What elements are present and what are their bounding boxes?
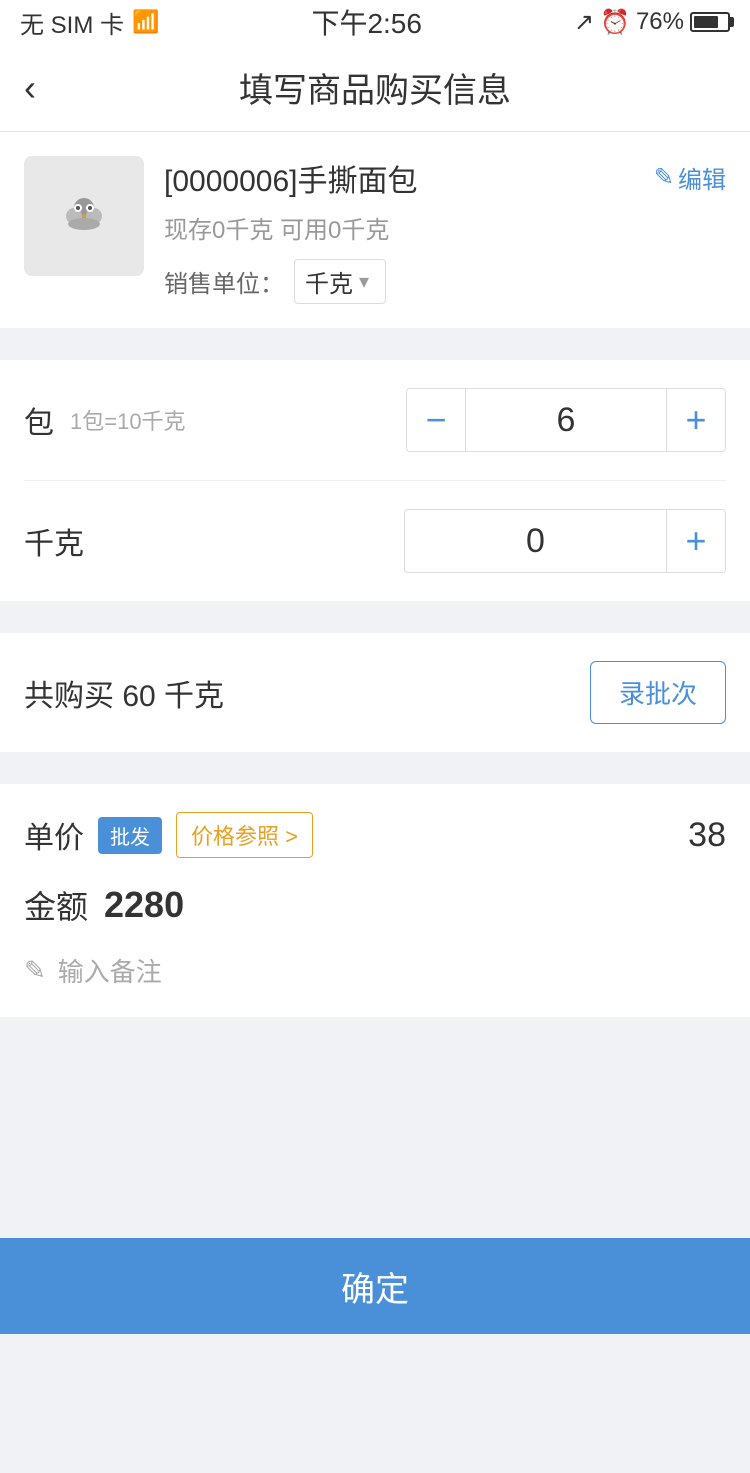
page-title: 填写商品购买信息 bbox=[239, 63, 511, 112]
batch-button[interactable]: 录批次 bbox=[590, 661, 726, 724]
price-value: 38 bbox=[688, 816, 726, 855]
summary-row: 共购买 60 千克 录批次 bbox=[0, 633, 750, 752]
edit-button[interactable]: ✎ 编辑 bbox=[654, 160, 726, 195]
amount-value: 2280 bbox=[104, 884, 184, 926]
edit-icon: ✎ bbox=[654, 163, 674, 192]
price-ref-button[interactable]: 价格参照 > bbox=[176, 812, 313, 858]
summary-text: 共购买 60 千克 bbox=[24, 671, 224, 715]
alarm-icon: ⏰ bbox=[600, 8, 630, 37]
bao-qty-control: − + bbox=[406, 388, 726, 452]
bao-hint: 1包=10千克 bbox=[70, 404, 186, 436]
price-row: 单价 批发 价格参照 > 38 bbox=[24, 812, 726, 858]
confirm-button[interactable]: 确定 bbox=[0, 1238, 750, 1334]
status-time: 下午2:56 bbox=[311, 2, 422, 42]
kg-plus-button[interactable]: + bbox=[666, 509, 726, 573]
product-thumbnail bbox=[24, 156, 144, 276]
kg-input-row: 千克 + bbox=[24, 481, 726, 601]
product-card: [0000006]手撕面包 现存0千克 可用0千克 销售单位： 千克 ▾ ✎ 编… bbox=[0, 132, 750, 328]
bao-label: 包 bbox=[24, 398, 54, 442]
back-button[interactable]: ‹ bbox=[24, 67, 36, 109]
battery-icon bbox=[690, 12, 730, 32]
edit-label: 编辑 bbox=[678, 160, 726, 195]
product-name: [0000006]手撕面包 bbox=[164, 156, 726, 200]
carrier-text: 无 SIM 卡 bbox=[20, 5, 124, 40]
price-badge: 批发 bbox=[98, 817, 162, 854]
note-row[interactable]: ✎ 输入备注 bbox=[24, 952, 726, 989]
unit-value: 千克 bbox=[305, 264, 353, 299]
divider-2 bbox=[0, 617, 750, 633]
product-info: [0000006]手撕面包 现存0千克 可用0千克 销售单位： 千克 ▾ bbox=[164, 156, 726, 304]
product-unit-row: 销售单位： 千克 ▾ bbox=[164, 259, 726, 304]
location-icon: ↗ bbox=[574, 8, 594, 37]
bao-minus-button[interactable]: − bbox=[406, 388, 466, 452]
unit-dropdown-icon: ▾ bbox=[359, 269, 369, 294]
status-bar: 无 SIM 卡 📶 下午2:56 ↗ ⏰ 76% bbox=[0, 0, 750, 44]
divider-1 bbox=[0, 344, 750, 360]
price-ref-label: 价格参照 > bbox=[191, 819, 298, 851]
price-label-text: 单价 bbox=[24, 813, 84, 857]
wifi-icon: 📶 bbox=[132, 9, 159, 35]
kg-label-text: 千克 bbox=[24, 519, 84, 563]
battery-percent: 76% bbox=[636, 8, 684, 36]
bao-qty-input[interactable] bbox=[466, 388, 666, 452]
pencil-icon: ✎ bbox=[24, 955, 46, 986]
kg-label: 千克 bbox=[24, 519, 84, 563]
amount-row: 金额 2280 bbox=[24, 882, 726, 928]
price-label-group: 单价 批发 价格参照 > bbox=[24, 812, 313, 858]
product-image-icon bbox=[54, 186, 114, 246]
bao-input-row: 包 1包=10千克 − + bbox=[24, 360, 726, 481]
divider-3 bbox=[0, 768, 750, 784]
note-placeholder: 输入备注 bbox=[58, 952, 162, 989]
status-left: 无 SIM 卡 📶 bbox=[20, 5, 159, 40]
amount-label: 金额 bbox=[24, 882, 88, 928]
nav-bar: ‹ 填写商品购买信息 bbox=[0, 44, 750, 132]
bao-label-group: 包 1包=10千克 bbox=[24, 398, 186, 442]
bao-plus-button[interactable]: + bbox=[666, 388, 726, 452]
status-right: ↗ ⏰ 76% bbox=[574, 8, 730, 37]
price-section: 单价 批发 价格参照 > 38 金额 2280 ✎ 输入备注 bbox=[0, 784, 750, 1017]
kg-qty-input[interactable] bbox=[404, 509, 666, 573]
quantity-input-section: 包 1包=10千克 − + 千克 + bbox=[0, 360, 750, 601]
product-stock: 现存0千克 可用0千克 bbox=[164, 210, 726, 245]
battery-fill bbox=[694, 16, 718, 28]
unit-select[interactable]: 千克 ▾ bbox=[294, 259, 386, 304]
unit-label: 销售单位： bbox=[164, 264, 284, 299]
kg-qty-control: + bbox=[404, 509, 726, 573]
